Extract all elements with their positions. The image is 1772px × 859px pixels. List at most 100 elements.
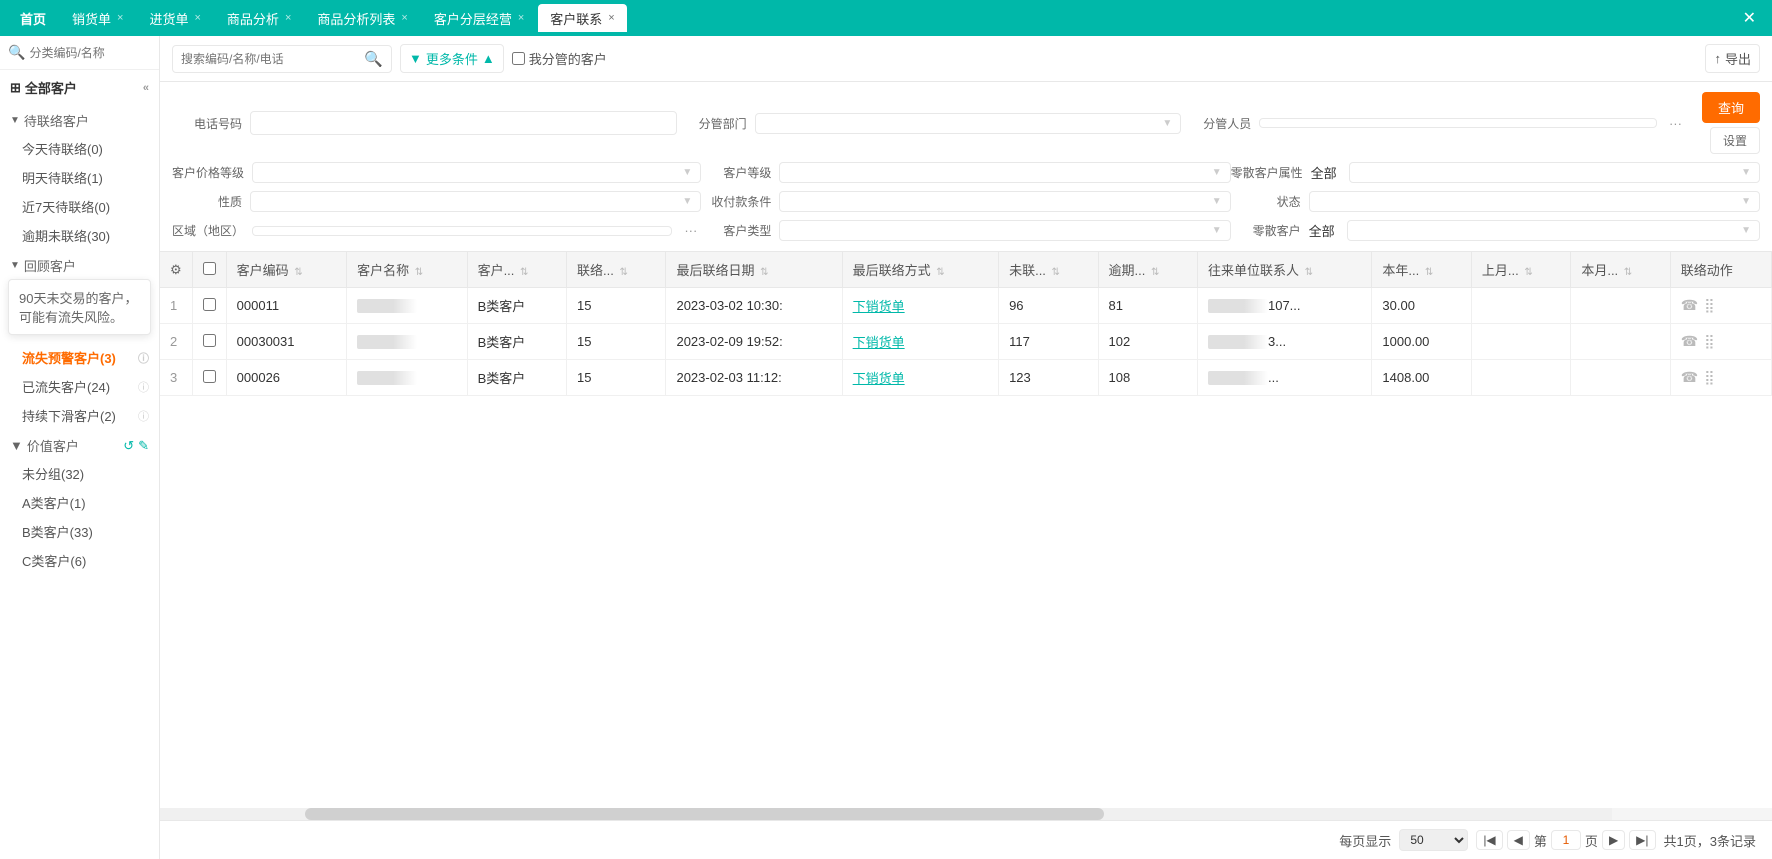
more-filter-button[interactable]: ▼ 更多条件 ▲ [400,44,504,73]
last-page-button[interactable]: ▶| [1629,830,1655,850]
sidebar-item-a-class[interactable]: A类客户(1) [0,488,159,517]
sidebar-search-input[interactable] [29,46,151,60]
sort-icon-overdue: ⇅ [1151,267,1159,278]
gender-select[interactable]: ▼ [250,191,701,212]
phone-label: 电话号码 [172,115,242,132]
sidebar-item-churn-warning[interactable]: 流失预警客户(3) ⓘ [0,343,159,372]
refresh-icon[interactable]: ↺ [123,438,134,454]
zero-customer-select[interactable]: ▼ [1347,220,1760,241]
col-type[interactable]: 客户... ⇅ [467,252,566,288]
next-page-button[interactable]: ▶ [1602,830,1625,850]
sidebar-item-ungroup[interactable]: 未分组(32) [0,459,159,488]
col-contact-person[interactable]: 往来单位联系人 ⇅ [1197,252,1371,288]
sidebar-item-today[interactable]: 今天待联络(0) [0,134,159,163]
region-select[interactable] [252,226,672,236]
sidebar-item-overdue[interactable]: 逾期未联络(30) [0,221,159,250]
row2-more-icon[interactable]: ⣿ [1704,333,1714,350]
tab-analysis-list[interactable]: 商品分析列表 × [305,4,419,32]
export-button[interactable]: ↑ 导出 [1705,44,1760,73]
col-unlisted[interactable]: 未联... ⇅ [999,252,1098,288]
sidebar-item-b-class[interactable]: B类客户(33) [0,517,159,546]
total-info: 共1页，3条记录 [1664,831,1756,850]
region-more[interactable]: ··· [680,223,701,238]
first-page-button[interactable]: |◀ [1476,830,1502,850]
my-customer-checkbox[interactable] [512,52,525,65]
row1-call-icon[interactable]: ☎ [1681,297,1698,314]
status-select[interactable]: ▼ [1309,191,1760,212]
tab-customer-contact-close[interactable]: × [608,12,614,24]
row3-this-year: 1408.00 [1372,360,1471,396]
tab-customer-segment-close[interactable]: × [518,12,524,24]
customer-level-select[interactable]: ▼ [779,162,1230,183]
sort-icon-code: ⇅ [294,267,302,278]
customer-price-select[interactable]: ▼ [252,162,701,183]
customer-type-select[interactable]: ▼ [779,220,1230,241]
filter-bar: 🔍 ▼ 更多条件 ▲ 我分管的客户 ↑ 导出 [160,36,1772,82]
row3-checkbox[interactable] [203,370,216,383]
dept-select[interactable]: ▼ [755,113,1182,134]
sidebar-group-value[interactable]: ▼ 价值客户 ↺ ✎ [0,430,159,459]
main-search-input[interactable] [181,52,360,66]
col-name[interactable]: 客户名称 ⇅ [347,252,467,288]
tab-sales[interactable]: 销货单 × [60,4,135,32]
tab-customer-contact[interactable]: 客户联系 × [538,4,626,32]
col-contact[interactable]: 联络... ⇅ [567,252,666,288]
edit-icon[interactable]: ✎ [138,438,149,454]
zero-attr-select[interactable]: ▼ [1349,162,1760,183]
col-overdue[interactable]: 逾期... ⇅ [1098,252,1197,288]
col-this-year[interactable]: 本年... ⇅ [1372,252,1471,288]
sidebar-group-pending[interactable]: ▼ 待联络客户 [0,105,159,134]
payment-select[interactable]: ▼ [779,191,1230,212]
row2-last-method: 下销货单 [842,324,998,360]
phone-input[interactable] [250,111,677,135]
tab-sales-close[interactable]: × [117,12,123,24]
col-code[interactable]: 客户编码 ⇅ [226,252,346,288]
staff-more[interactable]: ··· [1665,116,1686,131]
s-arrow: ▼ [1741,196,1751,207]
tab-home[interactable]: 首页 [8,4,58,32]
sidebar-item-declining[interactable]: 持续下滑客户(2) ⓘ [0,401,159,430]
row1-code: 000011 [226,288,346,324]
col-this-month[interactable]: 本月... ⇅ [1571,252,1670,288]
sidebar-item-tomorrow[interactable]: 明天待联络(1) [0,163,159,192]
row3-more-icon[interactable]: ⣿ [1704,369,1714,386]
prev-page-button[interactable]: ◀ [1507,830,1530,850]
filter-field-status: 状态 ▼ [1231,191,1760,212]
all-customers-header[interactable]: ⊞ 全部客户 « [0,70,159,105]
col-last-month[interactable]: 上月... ⇅ [1471,252,1570,288]
select-all-checkbox[interactable] [203,262,216,275]
query-button[interactable]: 查询 [1702,92,1760,123]
sidebar-item-churned[interactable]: 已流失客户(24) ⓘ [0,372,159,401]
tab-analysis[interactable]: 商品分析 × [215,4,303,32]
row3-call-icon[interactable]: ☎ [1681,369,1698,386]
scrollbar-thumb[interactable] [305,808,1104,820]
settings-button[interactable]: 设置 [1710,127,1760,154]
window-close-button[interactable]: ✕ [1735,8,1764,28]
row2-checkbox[interactable] [203,334,216,347]
tab-analysis-list-close[interactable]: × [401,12,407,24]
arrow-down-icon2: ▼ [10,260,20,271]
row1-checkbox[interactable] [203,298,216,311]
col-last-method[interactable]: 最后联络方式 ⇅ [842,252,998,288]
tab-purchase-close[interactable]: × [194,12,200,24]
horizontal-scrollbar[interactable] [160,808,1612,820]
sort-icon-contact-person: ⇅ [1305,267,1313,278]
table-settings-col[interactable]: ⚙ [160,252,192,288]
main-search-button[interactable]: 🔍 [364,50,383,68]
sidebar-item-7days[interactable]: 近7天待联络(0) [0,192,159,221]
row2-call-icon[interactable]: ☎ [1681,333,1698,350]
col-last-date[interactable]: 最后联络日期 ⇅ [666,252,842,288]
sidebar-item-c-class[interactable]: C类客户(6) [0,546,159,575]
tab-analysis-close[interactable]: × [285,12,291,24]
row3-contact-person: ... [1197,360,1371,396]
row1-more-icon[interactable]: ⣿ [1704,297,1714,314]
staff-select[interactable] [1259,118,1657,128]
tab-customer-segment[interactable]: 客户分层经营 × [422,4,536,32]
row1-this-year: 30.00 [1372,288,1471,324]
per-page-select[interactable]: 50 20 100 [1399,829,1468,851]
sidebar-group-review[interactable]: ▼ 回顾客户 [0,250,159,279]
page-number-input[interactable] [1551,830,1581,850]
tab-purchase[interactable]: 进货单 × [137,4,212,32]
zero-attr-value: 全部 [1311,163,1337,182]
collapse-icon[interactable]: « [143,82,149,94]
